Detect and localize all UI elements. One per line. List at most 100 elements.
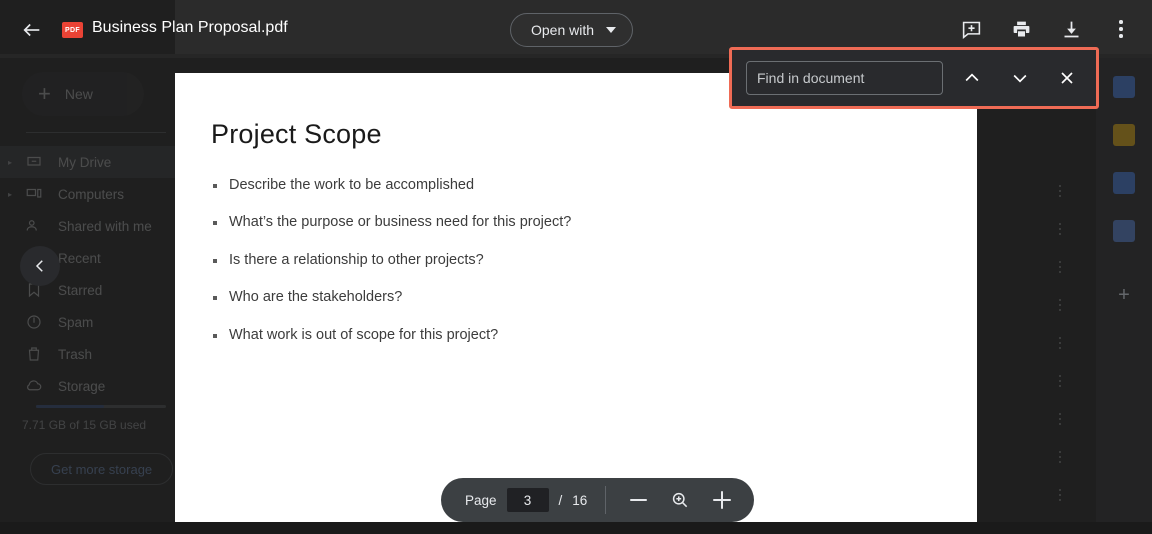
collapse-sidebar-button[interactable] bbox=[20, 246, 60, 286]
row-more-icon[interactable] bbox=[1052, 446, 1068, 468]
document-title: Business Plan Proposal.pdf bbox=[92, 19, 288, 36]
row-more-icon[interactable] bbox=[1052, 484, 1068, 506]
sidebar-item-label: My Drive bbox=[58, 154, 112, 170]
list-item: Describe the work to be accomplished bbox=[213, 177, 913, 194]
pdf-file-icon: PDF bbox=[62, 22, 83, 38]
sidebar-divider bbox=[26, 132, 166, 133]
sidebar-item-shared-with-me[interactable]: Shared with me bbox=[0, 210, 200, 242]
google-calendar-icon[interactable] bbox=[1113, 76, 1135, 98]
chevron-up-icon bbox=[965, 73, 979, 82]
trash-icon bbox=[24, 344, 44, 364]
pdf-page: Project Scope Describe the work to be ac… bbox=[175, 73, 977, 523]
add-comment-button[interactable] bbox=[954, 12, 988, 46]
total-pages: 16 bbox=[572, 492, 588, 508]
new-button[interactable]: + New bbox=[22, 72, 144, 116]
close-icon bbox=[1061, 72, 1073, 84]
minus-icon bbox=[629, 499, 647, 501]
chevron-right-icon: ▸ bbox=[8, 190, 13, 199]
magnifier-plus-icon bbox=[673, 492, 688, 508]
more-actions-button[interactable] bbox=[1104, 12, 1138, 46]
chevron-down-icon bbox=[606, 27, 617, 33]
computers-icon bbox=[24, 184, 44, 204]
print-button[interactable] bbox=[1004, 12, 1038, 46]
workspace-apps-rail: + bbox=[1096, 58, 1152, 534]
my-drive-icon bbox=[24, 152, 44, 172]
sidebar-item-computers[interactable]: ▸ Computers bbox=[0, 178, 200, 210]
spam-icon bbox=[24, 312, 44, 332]
sidebar-item-label: Storage bbox=[58, 378, 106, 394]
print-icon bbox=[1013, 21, 1029, 36]
plus-icon bbox=[713, 491, 732, 509]
bullet-icon bbox=[213, 333, 217, 338]
row-more-icon[interactable] bbox=[1052, 370, 1068, 392]
plus-icon: + bbox=[38, 81, 51, 106]
pdf-viewer-window: + New ▸ My Drive ▸ Computers Shared with… bbox=[0, 0, 1152, 534]
row-more-icon[interactable] bbox=[1052, 294, 1068, 316]
google-contacts-icon[interactable] bbox=[1113, 220, 1135, 242]
google-keep-icon[interactable] bbox=[1113, 124, 1135, 146]
sidebar-item-storage[interactable]: Storage bbox=[0, 370, 200, 402]
header-actions bbox=[954, 12, 1138, 46]
page-navigation-group: Page / 16 bbox=[441, 488, 605, 512]
zoom-reset-button[interactable] bbox=[662, 482, 698, 518]
row-more-icon[interactable] bbox=[1052, 332, 1068, 354]
chevron-left-icon bbox=[35, 260, 43, 272]
sidebar-item-label: Starred bbox=[58, 282, 103, 298]
find-previous-button[interactable] bbox=[953, 58, 991, 98]
add-comment-icon bbox=[962, 21, 980, 39]
bullet-icon bbox=[213, 184, 217, 188]
sidebar-item-spam[interactable]: Spam bbox=[0, 306, 200, 338]
zoom-in-button[interactable] bbox=[704, 482, 740, 518]
page-label: Page bbox=[465, 492, 497, 508]
new-button-label: New bbox=[64, 86, 93, 102]
list-item-text: What’s the purpose or business need for … bbox=[229, 214, 572, 231]
list-item: What work is out of scope for this proje… bbox=[213, 327, 913, 344]
page-zoom-toolbar: Page / 16 bbox=[441, 478, 755, 522]
list-item: Is there a relationship to other project… bbox=[213, 252, 913, 269]
row-more-icon[interactable] bbox=[1052, 218, 1068, 240]
download-button[interactable] bbox=[1054, 12, 1088, 46]
add-app-icon[interactable]: + bbox=[1118, 284, 1130, 307]
storage-usage-text: 7.71 GB of 15 GB used bbox=[22, 418, 147, 432]
bullet-icon bbox=[213, 296, 217, 301]
sidebar-item-my-drive[interactable]: ▸ My Drive bbox=[0, 146, 200, 178]
page-separator: / bbox=[558, 492, 563, 508]
sidebar-item-label: Recent bbox=[58, 250, 101, 266]
list-item-text: Who are the stakeholders? bbox=[229, 289, 403, 306]
scope-bullet-list: Describe the work to be accomplished Wha… bbox=[213, 177, 913, 364]
sidebar-item-label: Shared with me bbox=[58, 218, 152, 234]
bullet-icon bbox=[213, 258, 217, 263]
window-bottom-strip bbox=[0, 522, 1152, 534]
arrow-left-icon bbox=[23, 23, 40, 37]
shared-with-me-icon bbox=[24, 216, 44, 236]
bullet-icon bbox=[213, 221, 217, 226]
open-with-button[interactable]: Open with bbox=[510, 13, 634, 47]
open-with-label: Open with bbox=[531, 22, 595, 38]
get-more-storage-button[interactable]: Get more storage bbox=[30, 453, 174, 485]
page-title: Project Scope bbox=[211, 119, 382, 149]
download-icon bbox=[1064, 21, 1078, 37]
list-item-text: Is there a relationship to other project… bbox=[229, 251, 484, 268]
more-actions-icon bbox=[1119, 20, 1123, 38]
sidebar-item-label: Computers bbox=[58, 186, 125, 202]
find-next-button[interactable] bbox=[1001, 58, 1039, 98]
google-tasks-icon[interactable] bbox=[1113, 172, 1135, 194]
row-more-icon[interactable] bbox=[1052, 180, 1068, 202]
row-more-icon[interactable] bbox=[1052, 408, 1068, 430]
page-number-input[interactable] bbox=[506, 488, 549, 512]
drive-sidebar: + New ▸ My Drive ▸ Computers Shared with… bbox=[0, 60, 200, 534]
list-item: Who are the stakeholders? bbox=[213, 289, 913, 306]
back-button[interactable] bbox=[16, 14, 48, 46]
list-item-text: Describe the work to be accomplished bbox=[229, 177, 475, 193]
sidebar-item-label: Spam bbox=[58, 314, 94, 330]
sidebar-item-trash[interactable]: Trash bbox=[0, 338, 200, 370]
zoom-out-button[interactable] bbox=[620, 482, 656, 518]
find-close-button[interactable] bbox=[1048, 58, 1086, 98]
find-input[interactable] bbox=[746, 61, 943, 95]
drive-file-row-menus bbox=[1052, 180, 1068, 522]
zoom-group bbox=[606, 482, 754, 518]
storage-cloud-icon bbox=[24, 376, 44, 396]
find-in-document-bar bbox=[729, 47, 1099, 109]
list-item-text: What work is out of scope for this proje… bbox=[229, 326, 499, 343]
row-more-icon[interactable] bbox=[1052, 256, 1068, 278]
